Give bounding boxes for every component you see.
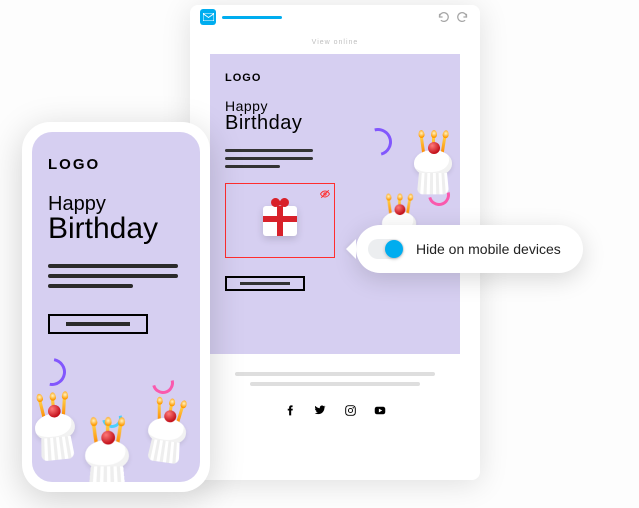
social-links-row <box>210 404 460 416</box>
eye-off-icon[interactable] <box>319 187 331 199</box>
email-headline-2: Birthday <box>225 112 445 135</box>
twitter-icon[interactable] <box>314 404 326 416</box>
toggle-knob <box>385 240 403 258</box>
youtube-icon[interactable] <box>374 404 386 416</box>
phone-body-text-placeholder <box>48 264 184 288</box>
undo-icon[interactable] <box>436 10 450 24</box>
hide-on-mobile-tooltip: Hide on mobile devices <box>346 225 583 273</box>
body-text-placeholder <box>225 149 445 168</box>
cta-button[interactable] <box>225 276 305 291</box>
body-text-placeholder <box>347 183 445 202</box>
tooltip-label: Hide on mobile devices <box>416 241 561 257</box>
cupcake-illustration <box>32 362 200 482</box>
gift-icon <box>263 206 297 236</box>
phone-screen: LOGO Happy Birthday <box>32 132 200 482</box>
mail-icon[interactable] <box>200 9 216 25</box>
tooltip-arrow <box>346 239 356 259</box>
email-logo: LOGO <box>225 72 445 84</box>
footer-text-placeholder <box>210 372 460 386</box>
toolbar-progress <box>222 16 282 19</box>
phone-headline-2: Birthday <box>48 212 184 246</box>
email-card[interactable]: LOGO Happy Birthday <box>210 54 460 354</box>
facebook-icon[interactable] <box>284 404 296 416</box>
phone-logo: LOGO <box>48 156 184 173</box>
gift-image-block-selected[interactable] <box>225 183 335 258</box>
hide-on-mobile-toggle[interactable] <box>368 239 404 259</box>
view-online-link[interactable]: View online <box>210 39 460 46</box>
phone-mockup: LOGO Happy Birthday <box>22 122 210 492</box>
phone-cta-button <box>48 314 148 334</box>
instagram-icon[interactable] <box>344 404 356 416</box>
tooltip-bubble: Hide on mobile devices <box>356 225 583 273</box>
redo-icon[interactable] <box>456 10 470 24</box>
editor-toolbar <box>190 5 480 29</box>
